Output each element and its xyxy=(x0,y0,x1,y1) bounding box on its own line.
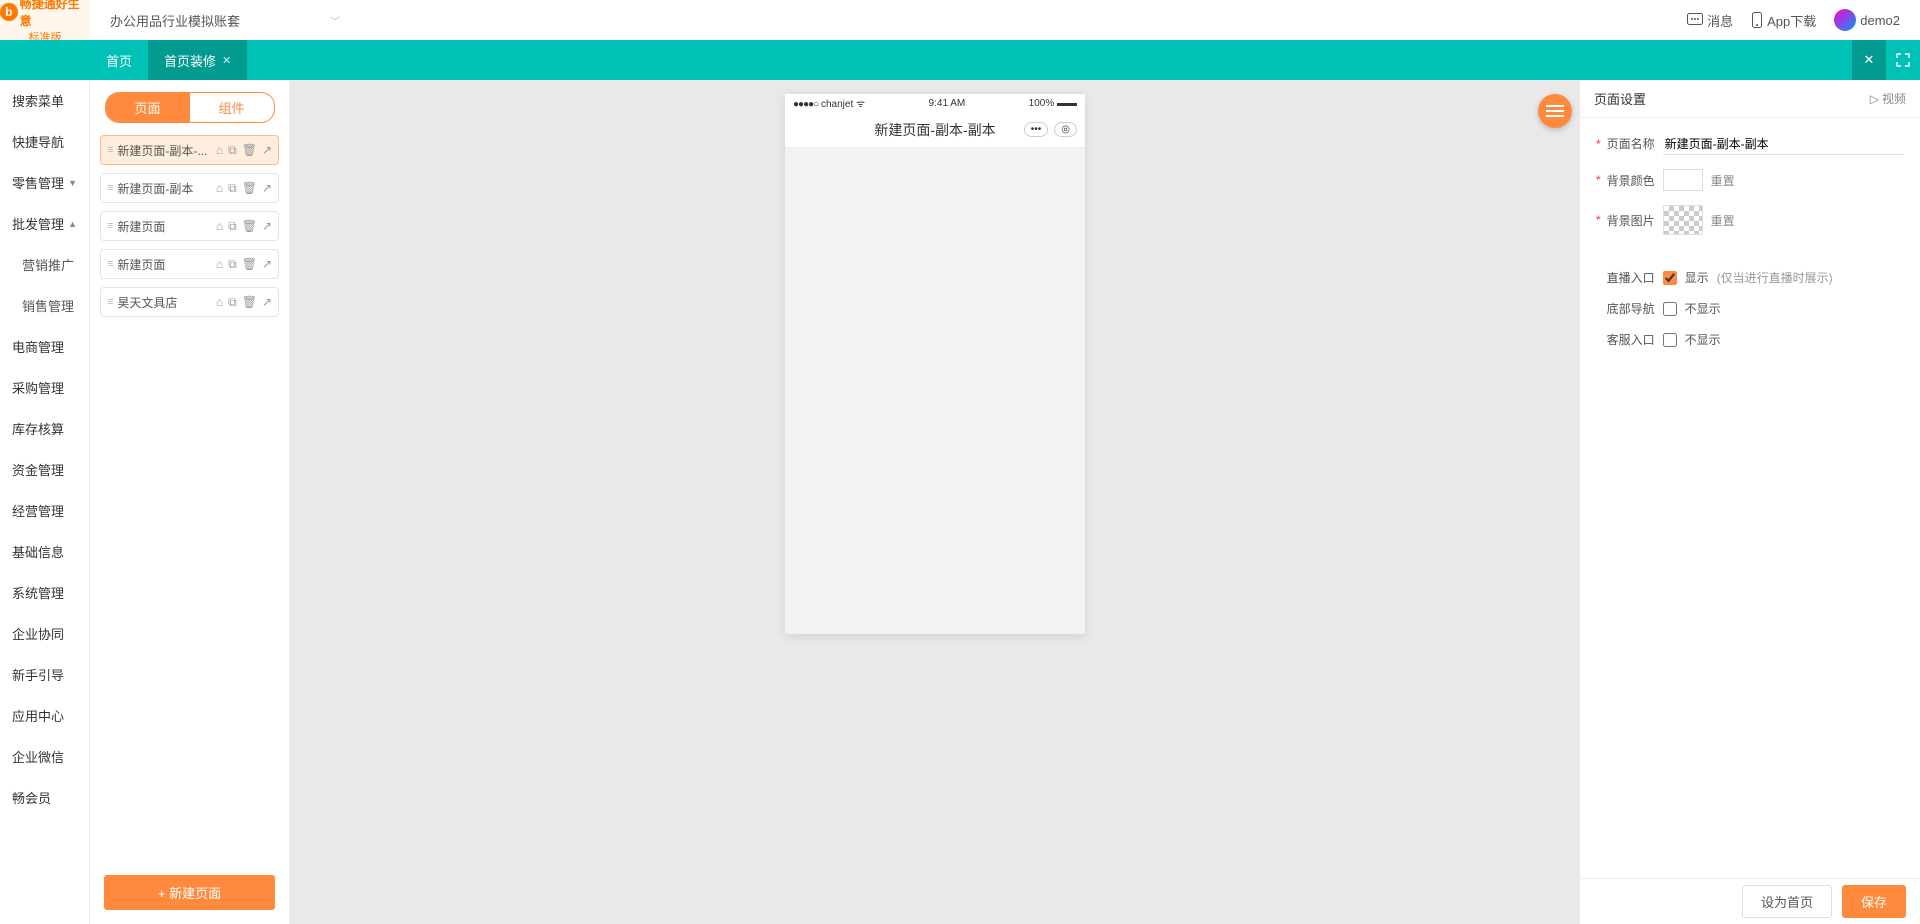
drag-icon[interactable]: ≡ xyxy=(107,182,111,194)
avatar xyxy=(1834,9,1856,31)
new-page-button[interactable]: + 新建页面 xyxy=(104,875,275,910)
bottom-nav-checkbox[interactable] xyxy=(1663,302,1677,316)
brand-logo: b畅捷通好生意 标准版 xyxy=(0,0,90,40)
nav-wecom[interactable]: 企业微信 xyxy=(0,736,89,777)
page-name-label: 新建页面-副本-... xyxy=(117,142,209,159)
copy-icon[interactable]: ⧉ xyxy=(228,295,237,310)
caret-up-icon: ▲ xyxy=(68,219,77,229)
chevron-down-icon: ﹀ xyxy=(330,13,340,28)
set-home-button[interactable]: 设为首页 xyxy=(1742,885,1832,918)
sidebar-nav: 搜索菜单 快捷导航 零售管理▼ 批发管理▲ 营销推广 销售管理 电商管理 采购管… xyxy=(0,80,90,924)
copy-icon[interactable]: ⧉ xyxy=(228,219,237,234)
page-name-label: 新建页面 xyxy=(117,218,209,235)
share-icon[interactable]: ↗ xyxy=(262,219,272,234)
copy-icon[interactable]: ⧉ xyxy=(228,257,237,272)
copy-icon[interactable]: ⧉ xyxy=(228,181,237,196)
delete-icon[interactable]: 🗑 xyxy=(242,181,257,196)
close-panel-button[interactable]: ✕ xyxy=(1852,40,1886,80)
nav-finance[interactable]: 资金管理 xyxy=(0,449,89,490)
settings-title: 页面设置 xyxy=(1594,89,1646,108)
nav-system[interactable]: 系统管理 xyxy=(0,572,89,613)
page-list-item[interactable]: ≡ 昊天文具店 ⌂ ⧉ 🗑 ↗ xyxy=(100,287,279,317)
fullscreen-button[interactable] xyxy=(1886,40,1920,80)
nav-inventory[interactable]: 库存核算 xyxy=(0,408,89,449)
nav-ecommerce[interactable]: 电商管理 xyxy=(0,326,89,367)
home-icon[interactable]: ⌂ xyxy=(216,181,223,196)
page-component-toggle[interactable]: 页面 组件 xyxy=(105,92,275,123)
more-icon: ••• xyxy=(1024,122,1049,137)
copy-icon[interactable]: ⧉ xyxy=(228,143,237,158)
caret-down-icon: ▼ xyxy=(68,178,77,188)
phone-icon xyxy=(1751,12,1763,28)
video-link[interactable]: ▷视频 xyxy=(1870,90,1906,107)
share-icon[interactable]: ↗ xyxy=(262,143,272,158)
live-checkbox[interactable] xyxy=(1663,271,1677,285)
page-list-item[interactable]: ≡ 新建页面-副本-... ⌂ ⧉ 🗑 ↗ xyxy=(100,135,279,165)
chat-icon xyxy=(1687,13,1703,27)
share-icon[interactable]: ↗ xyxy=(262,295,272,310)
float-menu-button[interactable] xyxy=(1538,94,1572,128)
nav-guide[interactable]: 新手引导 xyxy=(0,654,89,695)
page-name-label: 新建页面-副本 xyxy=(117,180,209,197)
play-icon: ▷ xyxy=(1870,92,1879,106)
app-download-link[interactable]: App下载 xyxy=(1751,11,1816,30)
nav-wholesale[interactable]: 批发管理▲ xyxy=(0,203,89,244)
drag-icon[interactable]: ≡ xyxy=(107,258,111,270)
nav-search[interactable]: 搜索菜单 xyxy=(0,80,89,121)
home-icon[interactable]: ⌂ xyxy=(216,219,223,234)
nav-basic[interactable]: 基础信息 xyxy=(0,531,89,572)
drag-icon[interactable]: ≡ xyxy=(107,144,111,156)
page-list-item[interactable]: ≡ 新建页面 ⌂ ⧉ 🗑 ↗ xyxy=(100,211,279,241)
home-icon[interactable]: ⌂ xyxy=(216,295,223,310)
wifi-icon: ᯤ xyxy=(856,99,865,110)
tab-decorate[interactable]: 首页装修 ✕ xyxy=(148,40,247,80)
messages-link[interactable]: 消息 xyxy=(1687,11,1733,30)
clock: 9:41 AM xyxy=(929,98,966,109)
phone-preview: ●●●●○ chanjet ᯤ 9:41 AM 100% ▬▬ 新建页面-副本-… xyxy=(785,94,1085,634)
delete-icon[interactable]: 🗑 xyxy=(242,143,257,158)
nav-retail[interactable]: 零售管理▼ xyxy=(0,162,89,203)
page-name-label: 新建页面 xyxy=(117,256,209,273)
delete-icon[interactable]: 🗑 xyxy=(242,219,257,234)
home-icon[interactable]: ⌂ xyxy=(216,143,223,158)
nav-apps[interactable]: 应用中心 xyxy=(0,695,89,736)
bg-image-picker[interactable] xyxy=(1663,205,1703,235)
battery-icon: ▬▬ xyxy=(1057,98,1077,109)
save-button[interactable]: 保存 xyxy=(1842,885,1906,918)
nav-purchase[interactable]: 采购管理 xyxy=(0,367,89,408)
nav-marketing[interactable]: 营销推广 xyxy=(0,244,89,285)
reset-image[interactable]: 重置 xyxy=(1711,212,1735,229)
ledger-selector[interactable]: 办公用品行业模拟账套 ﹀ xyxy=(110,11,1687,30)
share-icon[interactable]: ↗ xyxy=(262,257,272,272)
service-checkbox[interactable] xyxy=(1663,333,1677,347)
close-icon[interactable]: ✕ xyxy=(222,54,231,67)
target-icon: ◎ xyxy=(1054,122,1077,137)
user-menu[interactable]: demo2 xyxy=(1834,9,1900,31)
page-list-item[interactable]: ≡ 新建页面-副本 ⌂ ⧉ 🗑 ↗ xyxy=(100,173,279,203)
page-name-label: 昊天文具店 xyxy=(117,294,209,311)
seg-component[interactable]: 组件 xyxy=(190,93,274,122)
tab-home[interactable]: 首页 xyxy=(90,40,148,80)
nav-operation[interactable]: 经营管理 xyxy=(0,490,89,531)
home-icon[interactable]: ⌂ xyxy=(216,257,223,272)
nav-member[interactable]: 畅会员 xyxy=(0,777,89,818)
page-name-input[interactable] xyxy=(1663,132,1904,155)
nav-quick[interactable]: 快捷导航 xyxy=(0,121,89,162)
delete-icon[interactable]: 🗑 xyxy=(242,295,257,310)
delete-icon[interactable]: 🗑 xyxy=(242,257,257,272)
drag-icon[interactable]: ≡ xyxy=(107,220,111,232)
preview-title: 新建页面-副本-副本 xyxy=(874,120,995,140)
nav-sales[interactable]: 销售管理 xyxy=(0,285,89,326)
bg-color-swatch[interactable] xyxy=(1663,169,1703,191)
drag-icon[interactable]: ≡ xyxy=(107,296,111,308)
nav-collab[interactable]: 企业协同 xyxy=(0,613,89,654)
page-list-item[interactable]: ≡ 新建页面 ⌂ ⧉ 🗑 ↗ xyxy=(100,249,279,279)
reset-color[interactable]: 重置 xyxy=(1711,172,1735,189)
share-icon[interactable]: ↗ xyxy=(262,181,272,196)
seg-page[interactable]: 页面 xyxy=(106,93,190,122)
